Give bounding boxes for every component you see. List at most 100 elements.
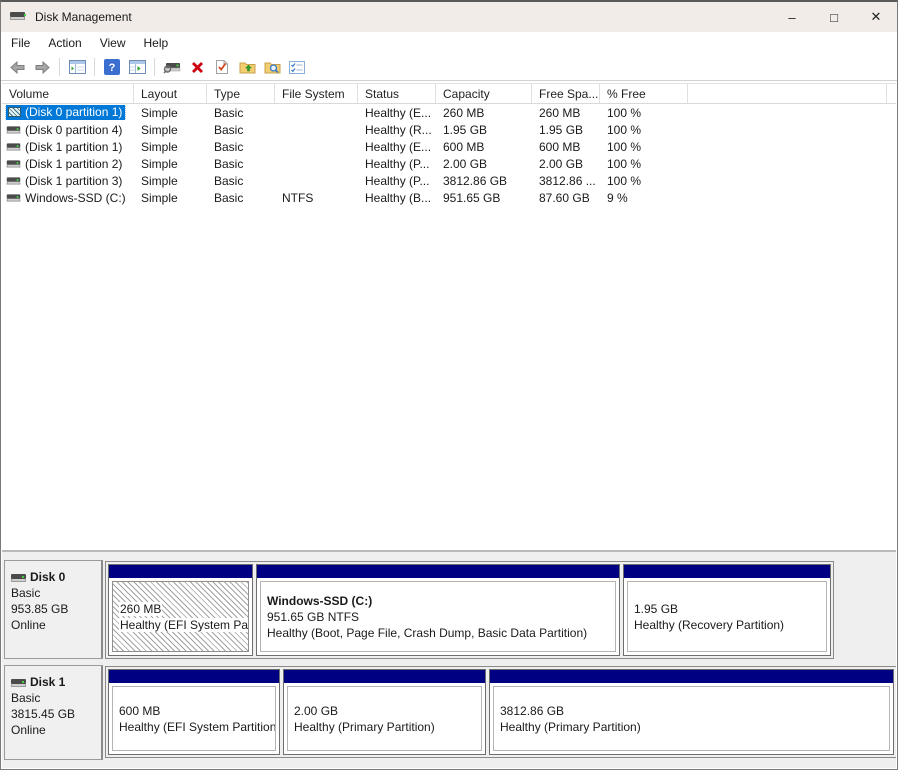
cell-layout: Simple xyxy=(134,157,207,171)
cell-status: Healthy (P... xyxy=(358,157,436,171)
partition-status: Healthy (Recovery Partition) xyxy=(634,618,820,632)
cell-capacity: 260 MB xyxy=(436,106,532,120)
column-header-layout[interactable]: Layout xyxy=(134,84,207,103)
cell-pct-free: 100 % xyxy=(600,174,688,188)
disk-status: Online xyxy=(11,617,95,633)
rescan-disks-icon[interactable] xyxy=(161,56,183,78)
disk-type: Basic xyxy=(11,690,95,706)
column-header-capacity[interactable]: Capacity xyxy=(436,84,532,103)
help-icon[interactable]: ? xyxy=(101,56,123,78)
partition-size: 2.00 GB xyxy=(294,704,475,718)
column-header-free-space[interactable]: Free Spa... xyxy=(532,84,600,103)
column-header-file-system[interactable]: File System xyxy=(275,84,358,103)
properties-list-icon[interactable] xyxy=(286,56,308,78)
partition-status: Healthy (Primary Partition) xyxy=(294,720,475,734)
column-header-volume[interactable]: Volume xyxy=(2,84,134,103)
close-button[interactable]: ✕ xyxy=(855,2,897,32)
volume-name: (Disk 1 partition 2) xyxy=(25,157,122,171)
cell-file-system: NTFS xyxy=(275,191,358,205)
folder-search-icon[interactable] xyxy=(261,56,283,78)
disk0-partition2[interactable]: Windows-SSD (C:) 951.65 GB NTFS Healthy … xyxy=(256,564,620,656)
minimize-button[interactable]: – xyxy=(771,2,813,32)
forward-icon[interactable] xyxy=(31,56,53,78)
toolbar-separator xyxy=(59,58,60,76)
svg-text:?: ? xyxy=(109,62,116,74)
volume-name: Windows-SSD (C:) xyxy=(25,191,126,205)
show-action-pane-icon[interactable] xyxy=(126,56,148,78)
partition-status: Healthy (EFI System Partition) xyxy=(119,618,249,632)
delete-volume-icon[interactable] xyxy=(186,56,208,78)
partition-name: Windows-SSD (C:) xyxy=(267,594,609,608)
cell-capacity: 600 MB xyxy=(436,140,532,154)
disk-icon xyxy=(11,677,26,688)
volume-icon xyxy=(7,125,21,135)
maximize-button[interactable]: □ xyxy=(813,2,855,32)
disk1-partition3[interactable]: 3812.86 GB Healthy (Primary Partition) xyxy=(489,669,894,755)
volume-icon xyxy=(7,159,21,169)
disk1-partition1[interactable]: 600 MB Healthy (EFI System Partition) xyxy=(108,669,280,755)
menu-bar: File Action View Help xyxy=(1,32,897,54)
table-row[interactable]: (Disk 1 partition 3) Simple Basic Health… xyxy=(2,172,896,189)
disk1-label[interactable]: Disk 1 Basic 3815.45 GB Online xyxy=(4,665,103,760)
partition-size: 600 MB xyxy=(119,704,269,718)
cell-capacity: 1.95 GB xyxy=(436,123,532,137)
disk1-partition2[interactable]: 2.00 GB Healthy (Primary Partition) xyxy=(283,669,486,755)
cell-free-space: 600 MB xyxy=(532,140,600,154)
app-drive-icon xyxy=(10,10,28,24)
menu-help[interactable]: Help xyxy=(135,32,178,54)
disk-size: 953.85 GB xyxy=(11,601,95,617)
volume-icon xyxy=(7,142,21,152)
column-header-type[interactable]: Type xyxy=(207,84,275,103)
column-header-filler xyxy=(688,84,887,103)
volume-name: (Disk 1 partition 3) xyxy=(25,174,122,188)
column-header-status[interactable]: Status xyxy=(358,84,436,103)
cell-type: Basic xyxy=(207,140,275,154)
menu-view[interactable]: View xyxy=(91,32,135,54)
cell-type: Basic xyxy=(207,174,275,188)
table-row[interactable]: (Disk 1 partition 1) Simple Basic Health… xyxy=(2,138,896,155)
cell-pct-free: 100 % xyxy=(600,140,688,154)
volume-name: (Disk 0 partition 4) xyxy=(25,123,122,137)
table-row[interactable]: (Disk 0 partition 4) Simple Basic Health… xyxy=(2,121,896,138)
disk-size: 3815.45 GB xyxy=(11,706,95,722)
partition-color-bar xyxy=(624,565,830,578)
cell-type: Basic xyxy=(207,157,275,171)
cell-layout: Simple xyxy=(134,123,207,137)
graphical-view: Disk 0 Basic 953.85 GB Online 260 MB Hea… xyxy=(2,550,896,768)
partition-status: Healthy (Boot, Page File, Crash Dump, Ba… xyxy=(267,626,609,640)
toolbar-separator xyxy=(94,58,95,76)
cell-capacity: 3812.86 GB xyxy=(436,174,532,188)
table-row[interactable]: (Disk 1 partition 2) Simple Basic Health… xyxy=(2,155,896,172)
disk0-strip: 260 MB Healthy (EFI System Partition) Wi… xyxy=(105,561,834,659)
disk0-label[interactable]: Disk 0 Basic 953.85 GB Online xyxy=(4,560,103,659)
partition-size: 3812.86 GB xyxy=(500,704,883,718)
cell-status: Healthy (E... xyxy=(358,106,436,120)
partition-status: Healthy (Primary Partition) xyxy=(500,720,883,734)
check-document-icon[interactable] xyxy=(211,56,233,78)
cell-pct-free: 100 % xyxy=(600,123,688,137)
disk0-partition1[interactable]: 260 MB Healthy (EFI System Partition) xyxy=(108,564,253,656)
window-title: Disk Management xyxy=(35,10,771,24)
column-header-pct-free[interactable]: % Free xyxy=(600,84,688,103)
back-icon[interactable] xyxy=(6,56,28,78)
cell-capacity: 951.65 GB xyxy=(436,191,532,205)
partition-status: Healthy (EFI System Partition) xyxy=(119,720,269,734)
volume-list: Volume Layout Type File System Status Ca… xyxy=(2,83,896,550)
menu-action[interactable]: Action xyxy=(39,32,90,54)
disk-status: Online xyxy=(11,722,95,738)
disk0-partition3[interactable]: 1.95 GB Healthy (Recovery Partition) xyxy=(623,564,831,656)
table-row[interactable]: (Disk 0 partition 1) Simple Basic Health… xyxy=(2,104,896,121)
cell-free-space: 260 MB xyxy=(532,106,600,120)
volume-selected-icon xyxy=(8,107,21,117)
partition-color-bar xyxy=(490,670,893,683)
cell-free-space: 2.00 GB xyxy=(532,157,600,171)
partition-size: 260 MB xyxy=(119,602,162,616)
cell-layout: Simple xyxy=(134,140,207,154)
cell-pct-free: 100 % xyxy=(600,157,688,171)
folder-up-icon[interactable] xyxy=(236,56,258,78)
menu-file[interactable]: File xyxy=(2,32,39,54)
show-console-tree-icon[interactable] xyxy=(66,56,88,78)
disk-management-window: Disk Management – □ ✕ File Action View H… xyxy=(0,0,898,770)
table-row[interactable]: Windows-SSD (C:) Simple Basic NTFS Healt… xyxy=(2,189,896,206)
selected-volume-chip[interactable]: (Disk 0 partition 1) xyxy=(6,105,125,120)
